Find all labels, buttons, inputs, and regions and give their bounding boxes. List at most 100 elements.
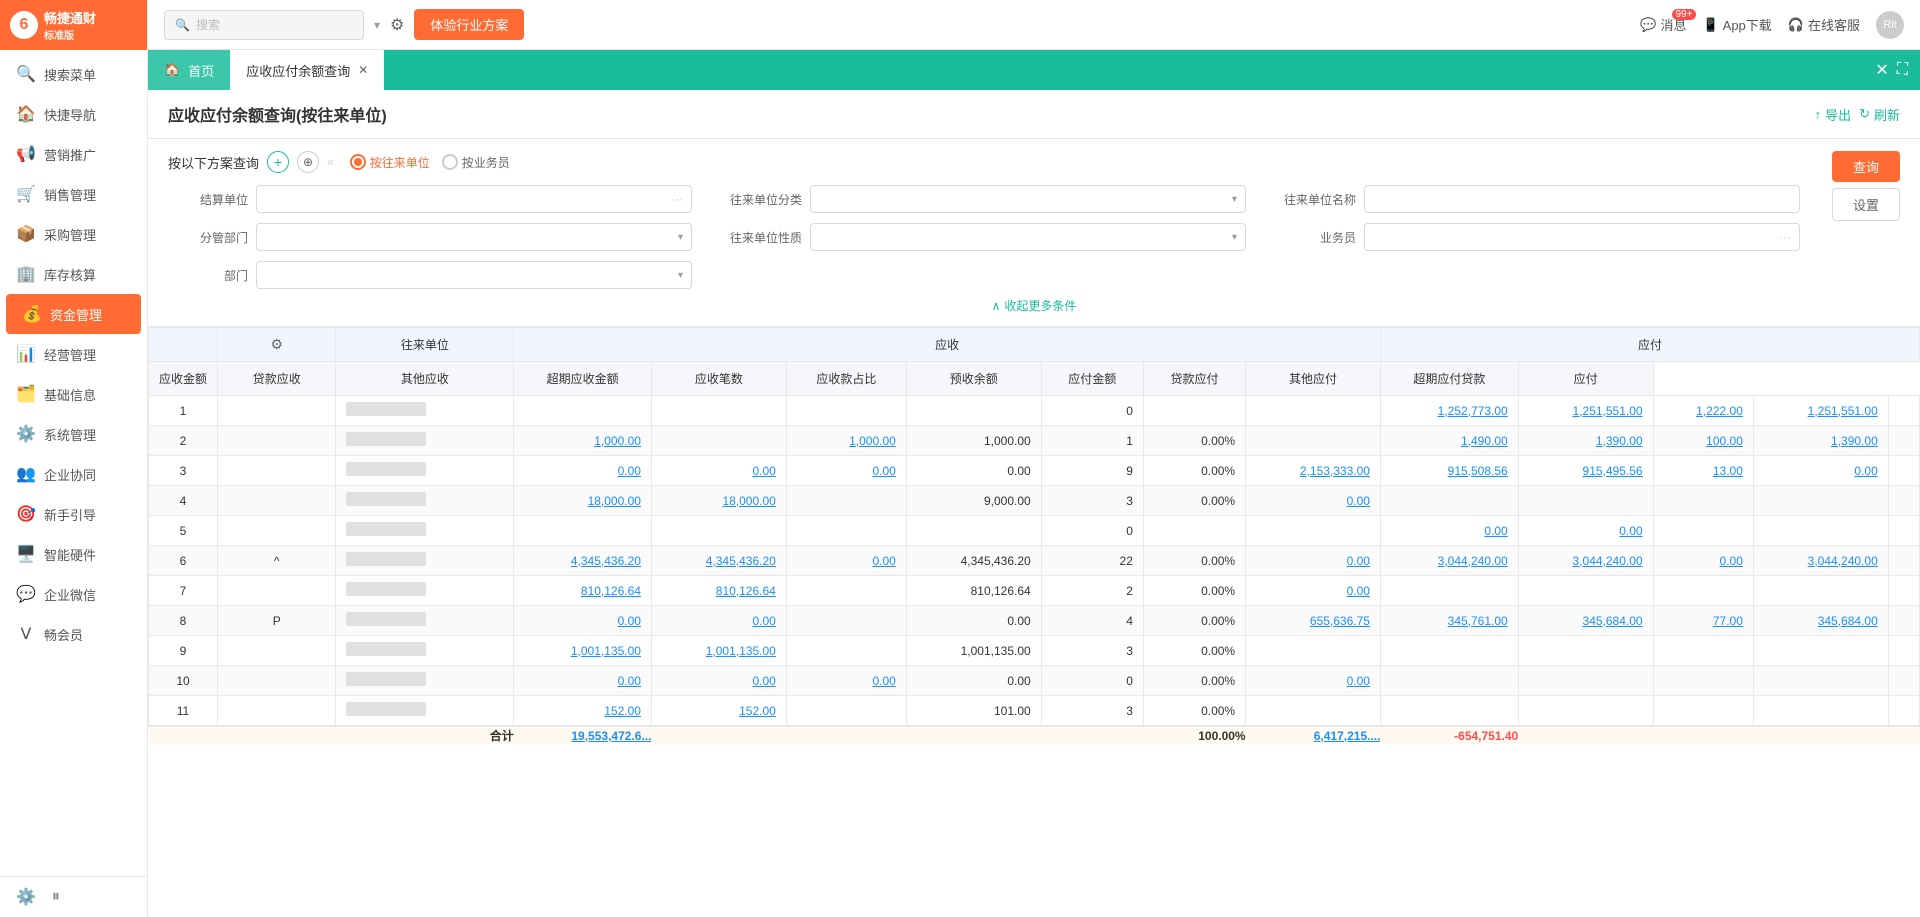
row-loan-pay[interactable]: 1,251,551.00 bbox=[1518, 396, 1653, 426]
filter-setting-button[interactable]: ⊕ bbox=[297, 151, 319, 173]
row-prepaid[interactable]: 655,636.75 bbox=[1246, 606, 1381, 636]
sidebar-item-system[interactable]: ⚙️系统管理 bbox=[0, 414, 147, 454]
query-button[interactable]: 查询 bbox=[1832, 151, 1900, 182]
row-other-pay[interactable]: 77.00 bbox=[1653, 606, 1753, 636]
row-other-recv[interactable]: 1,000.00 bbox=[786, 426, 906, 456]
footer-prepaid[interactable]: 6,417,215.... bbox=[1246, 726, 1381, 744]
salesperson-input[interactable]: ··· bbox=[1364, 223, 1800, 251]
row-recv-amount[interactable]: 4,345,436.20 bbox=[514, 546, 652, 576]
sidebar-collapse-icon[interactable]: ⏸ bbox=[52, 888, 60, 906]
row-partner-name bbox=[336, 486, 514, 516]
row-loan-pay[interactable]: 0.00 bbox=[1518, 516, 1653, 546]
row-prepaid[interactable]: 0.00 bbox=[1246, 576, 1381, 606]
row-overdue-pay[interactable]: 1,251,551.00 bbox=[1753, 396, 1888, 426]
promo-button[interactable]: 体验行业方案 bbox=[414, 9, 524, 40]
row-other-pay[interactable]: 13.00 bbox=[1653, 456, 1753, 486]
row-payable[interactable]: 345,761.00 bbox=[1380, 606, 1518, 636]
row-other-recv[interactable]: 0.00 bbox=[786, 666, 906, 696]
row-payable[interactable]: 0.00 bbox=[1380, 516, 1518, 546]
department-input[interactable]: ▾ bbox=[256, 261, 692, 289]
tab-ar-ap[interactable]: 应收应付余额查询 ✕ bbox=[230, 50, 384, 90]
online-service-button[interactable]: 🎧 在线客服 bbox=[1788, 15, 1860, 34]
app-download-button[interactable]: 📱 App下载 bbox=[1702, 15, 1771, 34]
settings-button[interactable]: 设置 bbox=[1832, 188, 1900, 221]
tab-expand-icon[interactable]: ⛶ bbox=[1897, 61, 1908, 79]
row-other-pay[interactable]: 0.00 bbox=[1653, 546, 1753, 576]
row-recv-amount[interactable]: 0.00 bbox=[514, 606, 652, 636]
row-recv-amount[interactable]: 1,001,135.00 bbox=[514, 636, 652, 666]
row-payable[interactable]: 1,490.00 bbox=[1380, 426, 1518, 456]
row-other-pay[interactable]: 100.00 bbox=[1653, 426, 1753, 456]
footer-recv-amount[interactable]: 19,553,472.6... bbox=[514, 726, 652, 744]
row-overdue-pay[interactable]: 1,390.00 bbox=[1753, 426, 1888, 456]
row-recv-amount[interactable]: 0.00 bbox=[514, 666, 652, 696]
scheme-by-partner[interactable]: 按往来单位 bbox=[350, 154, 430, 171]
sidebar-item-quick-nav[interactable]: 🏠快捷导航 bbox=[0, 94, 147, 134]
sidebar-item-sales[interactable]: 🛒销售管理 bbox=[0, 174, 147, 214]
partner-type-input[interactable]: ▾ bbox=[810, 185, 1246, 213]
sidebar-item-operations[interactable]: 📊经营管理 bbox=[0, 334, 147, 374]
sidebar-item-inventory[interactable]: 🏢库存核算 bbox=[0, 254, 147, 294]
row-loan-recv[interactable]: 152.00 bbox=[651, 696, 786, 727]
sidebar-item-search[interactable]: 🔍搜索菜单 bbox=[0, 54, 147, 94]
tab-close-all-icon[interactable]: ✕ bbox=[1875, 60, 1888, 80]
row-loan-pay[interactable]: 345,684.00 bbox=[1518, 606, 1653, 636]
row-recv-amount[interactable]: 1,000.00 bbox=[514, 426, 652, 456]
sidebar-item-member[interactable]: Ⅴ畅会员 bbox=[0, 614, 147, 654]
row-loan-recv[interactable]: 810,126.64 bbox=[651, 576, 786, 606]
user-avatar[interactable]: Rit bbox=[1876, 11, 1904, 39]
topbar-chevron-icon[interactable]: ▾ bbox=[374, 18, 380, 32]
row-loan-recv[interactable]: 1,001,135.00 bbox=[651, 636, 786, 666]
row-prepaid[interactable]: 0.00 bbox=[1246, 666, 1381, 696]
sidebar-item-wechat[interactable]: 💬企业微信 bbox=[0, 574, 147, 614]
filter-collapse-button[interactable]: ∧ 收起更多条件 bbox=[168, 297, 1900, 314]
row-overdue-pay[interactable]: 345,684.00 bbox=[1753, 606, 1888, 636]
table-settings-icon[interactable]: ⚙ bbox=[270, 336, 283, 352]
row-loan-pay[interactable]: 3,044,240.00 bbox=[1518, 546, 1653, 576]
sidebar-item-marketing[interactable]: 📢营销推广 bbox=[0, 134, 147, 174]
filter-collapse-left-icon[interactable]: « bbox=[327, 155, 334, 169]
row-payable[interactable]: 915,508.56 bbox=[1380, 456, 1518, 486]
sidebar-settings-icon[interactable]: ⚙️ bbox=[16, 887, 36, 907]
topbar-gear-icon[interactable]: ⚙ bbox=[390, 15, 404, 35]
row-prepaid[interactable]: 0.00 bbox=[1246, 546, 1381, 576]
row-recv-amount[interactable]: 152.00 bbox=[514, 696, 652, 727]
filter-add-button[interactable]: + bbox=[267, 151, 289, 173]
topbar-search[interactable]: 🔍 搜索 bbox=[164, 10, 364, 40]
row-loan-recv[interactable]: 0.00 bbox=[651, 666, 786, 696]
row-loan-recv[interactable]: 18,000.00 bbox=[651, 486, 786, 516]
sidebar-item-finance[interactable]: 💰资金管理 bbox=[6, 294, 141, 334]
row-prepaid[interactable]: 0.00 bbox=[1246, 486, 1381, 516]
refresh-button[interactable]: ↻ 刷新 bbox=[1859, 105, 1900, 124]
partner-nature-input[interactable]: ▾ bbox=[810, 223, 1246, 251]
row-recv-amount[interactable]: 810,126.64 bbox=[514, 576, 652, 606]
sidebar-item-enterprise[interactable]: 👥企业协同 bbox=[0, 454, 147, 494]
row-loan-pay[interactable]: 1,390.00 bbox=[1518, 426, 1653, 456]
dept-input[interactable]: ▾ bbox=[256, 223, 692, 251]
row-loan-recv[interactable]: 4,345,436.20 bbox=[651, 546, 786, 576]
settlement-input[interactable]: ··· bbox=[256, 185, 692, 213]
row-recv-amount[interactable]: 18,000.00 bbox=[514, 486, 652, 516]
row-overdue-pay[interactable]: 3,044,240.00 bbox=[1753, 546, 1888, 576]
row-other-pay[interactable]: 1,222.00 bbox=[1653, 396, 1753, 426]
row-overdue-pay[interactable]: 0.00 bbox=[1753, 456, 1888, 486]
row-loan-recv[interactable]: 0.00 bbox=[651, 606, 786, 636]
row-other-recv[interactable]: 0.00 bbox=[786, 546, 906, 576]
row-payable[interactable]: 1,252,773.00 bbox=[1380, 396, 1518, 426]
row-recv-amount[interactable]: 0.00 bbox=[514, 456, 652, 486]
partner-name-input[interactable] bbox=[1364, 185, 1800, 213]
row-prepaid[interactable]: 2,153,333.00 bbox=[1246, 456, 1381, 486]
row-loan-recv[interactable]: 0.00 bbox=[651, 456, 786, 486]
row-loan-pay[interactable]: 915,495.56 bbox=[1518, 456, 1653, 486]
sidebar-item-guide[interactable]: 🎯新手引导 bbox=[0, 494, 147, 534]
messages-button[interactable]: 💬 消息 99+ bbox=[1640, 15, 1686, 34]
scheme-by-salesperson[interactable]: 按业务员 bbox=[442, 154, 510, 171]
sidebar-item-purchase[interactable]: 📦采购管理 bbox=[0, 214, 147, 254]
row-payable[interactable]: 3,044,240.00 bbox=[1380, 546, 1518, 576]
sidebar-item-hardware[interactable]: 🖥️智能硬件 bbox=[0, 534, 147, 574]
tab-close-icon[interactable]: ✕ bbox=[358, 63, 368, 77]
sidebar-item-basic-info[interactable]: 🗂️基础信息 bbox=[0, 374, 147, 414]
row-other-recv[interactable]: 0.00 bbox=[786, 456, 906, 486]
tab-home[interactable]: 🏠 首页 bbox=[148, 50, 230, 90]
export-button[interactable]: ↑ 导出 bbox=[1815, 105, 1852, 124]
